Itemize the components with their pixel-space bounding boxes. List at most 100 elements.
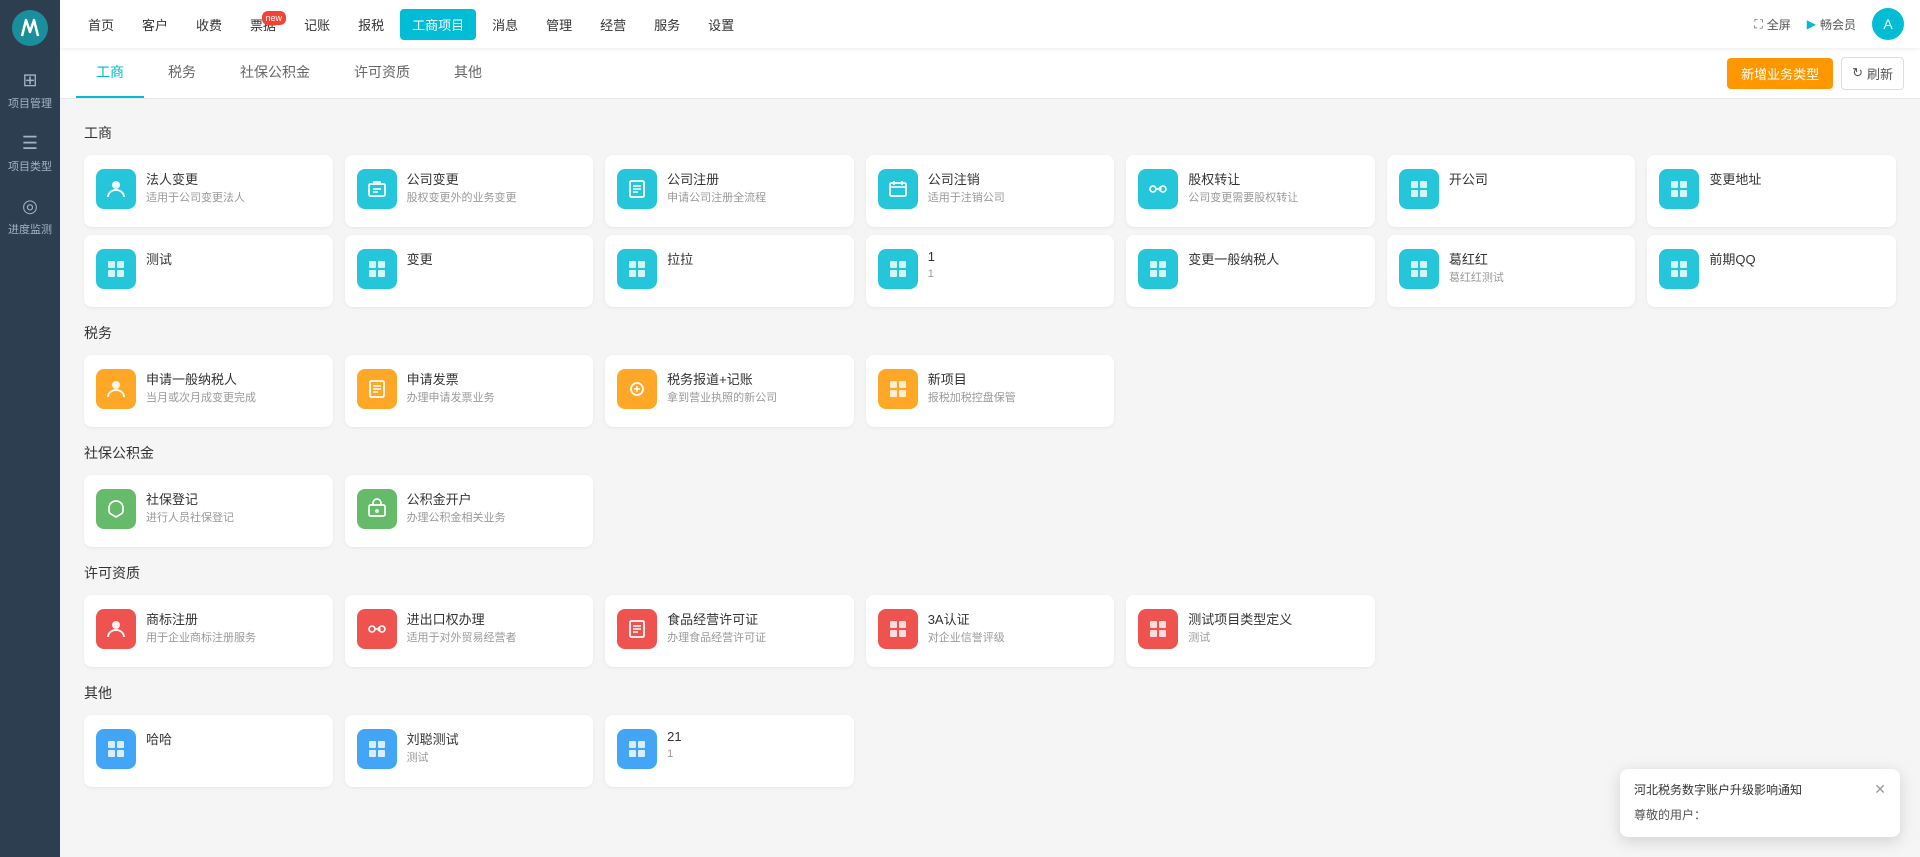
card-apply-taxpayer[interactable]: 申请一般纳税人 当月或次月成变更完成 <box>84 355 333 427</box>
sidebar-item-project-type[interactable]: ☰ 项目类型 <box>2 123 58 182</box>
main-area: 首页 客户 收费 票据 new 记账 报税 工商项目 消息 管理 经营 服务 设… <box>60 0 1920 857</box>
nav-tax[interactable]: 报税 <box>346 9 396 40</box>
card-lala[interactable]: 拉拉 <box>605 235 854 307</box>
refresh-icon: ↻ <box>1852 65 1863 81</box>
tabs-bar: 工商 税务 社保公积金 许可资质 其他 新增业务类型 ↻ 刷新 <box>60 48 1920 99</box>
card-change-address[interactable]: 变更地址 <box>1647 155 1896 227</box>
card-name-num1: 1 <box>928 249 1103 264</box>
tab-license[interactable]: 许可资质 <box>334 48 430 98</box>
sidebar-item-progress-monitor[interactable]: ◎ 进度监测 <box>2 186 58 245</box>
card-name-open-company: 开公司 <box>1449 169 1624 188</box>
section-title-social: 社保公积金 <box>84 443 1896 463</box>
card-legal-change[interactable]: 法人变更 适用于公司变更法人 <box>84 155 333 227</box>
avatar[interactable]: A <box>1872 8 1904 40</box>
card-icon-fund-open <box>357 489 397 529</box>
nav-manage[interactable]: 管理 <box>534 9 584 40</box>
vip-icon: ▶ <box>1807 17 1816 31</box>
content: 工商 税务 社保公积金 许可资质 其他 新增业务类型 ↻ 刷新 工商 <box>60 48 1920 857</box>
card-desc-apply-taxpayer: 当月或次月成变更完成 <box>146 391 321 406</box>
card-company-register[interactable]: 公司注册 申请公司注册全流程 <box>605 155 854 227</box>
card-equity-transfer[interactable]: 股权转让 公司变更需要股权转让 <box>1126 155 1375 227</box>
card-3a-cert[interactable]: 3A认证 对企业信誉评级 <box>866 595 1115 667</box>
card-icon-new-project <box>878 369 918 409</box>
app-logo <box>10 8 50 48</box>
card-desc-mahonghong: 葛红红测试 <box>1449 271 1624 286</box>
card-num1[interactable]: 1 1 <box>866 235 1115 307</box>
card-name-tax-bookkeeping: 税务报道+记账 <box>667 369 842 388</box>
nav-tickets[interactable]: 票据 new <box>238 9 288 40</box>
card-num21[interactable]: 21 1 <box>605 715 854 787</box>
card-name-new-project: 新项目 <box>928 369 1103 388</box>
card-icon-equity-transfer <box>1138 169 1178 209</box>
tab-social-fund[interactable]: 社保公积金 <box>220 48 330 98</box>
fullscreen-btn[interactable]: ⛶ 全屏 <box>1754 16 1790 33</box>
card-icon-import-export <box>357 609 397 649</box>
card-apply-invoice[interactable]: 申请发票 办理申请发票业务 <box>345 355 594 427</box>
card-change1[interactable]: 变更 <box>345 235 594 307</box>
card-name-import-export: 进出口权办理 <box>407 609 582 628</box>
notification-close-btn[interactable]: ✕ <box>1874 781 1886 798</box>
card-desc-trademark: 用于企业商标注册服务 <box>146 631 321 646</box>
nav-message[interactable]: 消息 <box>480 9 530 40</box>
card-icon-social-register <box>96 489 136 529</box>
sidebar-item-project-manage[interactable]: ⊞ 项目管理 <box>2 60 58 119</box>
sidebar-label-project-manage: 项目管理 <box>8 95 52 111</box>
card-company-cancel[interactable]: 公司注销 适用于注销公司 <box>866 155 1115 227</box>
nav-billing[interactable]: 收费 <box>184 9 234 40</box>
card-qianqi-qq[interactable]: 前期QQ <box>1647 235 1896 307</box>
section-title-license: 许可资质 <box>84 563 1896 583</box>
card-icon-apply-invoice <box>357 369 397 409</box>
card-desc-legal-change: 适用于公司变更法人 <box>146 191 321 206</box>
card-name-company-change: 公司变更 <box>407 169 582 188</box>
card-desc-test-type-def: 测试 <box>1188 631 1363 646</box>
card-name-test1: 测试 <box>146 249 321 268</box>
vip-btn[interactable]: ▶ 畅会员 <box>1807 16 1856 33</box>
nav-operation[interactable]: 经营 <box>588 9 638 40</box>
section-title-industrial: 工商 <box>84 123 1896 143</box>
card-haha[interactable]: 哈哈 <box>84 715 333 787</box>
card-import-export[interactable]: 进出口权办理 适用于对外贸易经营者 <box>345 595 594 667</box>
notification-popup: 河北税务数字账户升级影响通知 ✕ 尊敬的用户： <box>1620 769 1900 837</box>
nav-service[interactable]: 服务 <box>642 9 692 40</box>
tab-tax[interactable]: 税务 <box>148 48 216 98</box>
new-type-button[interactable]: 新增业务类型 <box>1727 58 1833 89</box>
top-nav: 首页 客户 收费 票据 new 记账 报税 工商项目 消息 管理 经营 服务 设… <box>60 0 1920 48</box>
refresh-button[interactable]: ↻ 刷新 <box>1841 57 1904 90</box>
card-desc-import-export: 适用于对外贸易经营者 <box>407 631 582 646</box>
card-open-company[interactable]: 开公司 <box>1387 155 1636 227</box>
card-desc-company-cancel: 适用于注销公司 <box>928 191 1103 206</box>
card-test1[interactable]: 测试 <box>84 235 333 307</box>
sidebar-label-project-type: 项目类型 <box>8 158 52 174</box>
tab-industrial[interactable]: 工商 <box>76 48 144 98</box>
card-social-register[interactable]: 社保登记 进行人员社保登记 <box>84 475 333 547</box>
card-trademark[interactable]: 商标注册 用于企业商标注册服务 <box>84 595 333 667</box>
card-liu-test[interactable]: 刘聪测试 测试 <box>345 715 594 787</box>
nav-industrial[interactable]: 工商项目 <box>400 9 476 40</box>
nav-home[interactable]: 首页 <box>76 9 126 40</box>
card-icon-haha <box>96 729 136 769</box>
card-icon-qianqi-qq <box>1659 249 1699 289</box>
card-name-trademark: 商标注册 <box>146 609 321 628</box>
card-name-test-type-def: 测试项目类型定义 <box>1188 609 1363 628</box>
notification-header: 河北税务数字账户升级影响通知 ✕ <box>1634 781 1886 798</box>
card-company-change[interactable]: 公司变更 股权变更外的业务变更 <box>345 155 594 227</box>
tab-other[interactable]: 其他 <box>434 48 502 98</box>
card-food-license[interactable]: 食品经营许可证 办理食品经营许可证 <box>605 595 854 667</box>
nav-settings[interactable]: 设置 <box>696 9 746 40</box>
cards-grid-tax: 申请一般纳税人 当月或次月成变更完成 申请发票 办理申请发票业务 <box>84 355 1896 427</box>
nav-customer[interactable]: 客户 <box>130 9 180 40</box>
card-fund-open[interactable]: 公积金开户 办理公积金相关业务 <box>345 475 594 547</box>
card-desc-equity-transfer: 公司变更需要股权转让 <box>1188 191 1363 206</box>
card-tax-bookkeeping[interactable]: 税务报道+记账 拿到营业执照的新公司 <box>605 355 854 427</box>
card-mahonghong[interactable]: 葛红红 葛红红测试 <box>1387 235 1636 307</box>
card-desc-company-register: 申请公司注册全流程 <box>667 191 842 206</box>
cards-grid-social: 社保登记 进行人员社保登记 公积金开户 办理公积金相关业务 <box>84 475 1896 547</box>
card-name-qianqi-qq: 前期QQ <box>1709 249 1884 268</box>
nav-accounting[interactable]: 记账 <box>292 9 342 40</box>
card-test-type-def[interactable]: 测试项目类型定义 测试 <box>1126 595 1375 667</box>
card-name-liu-test: 刘聪测试 <box>407 729 582 748</box>
card-change-taxpayer[interactable]: 变更一般纳税人 <box>1126 235 1375 307</box>
tabs-left: 工商 税务 社保公积金 许可资质 其他 <box>76 48 1727 98</box>
card-new-project[interactable]: 新项目 报税加税控盘保管 <box>866 355 1115 427</box>
card-name-3a-cert: 3A认证 <box>928 609 1103 628</box>
